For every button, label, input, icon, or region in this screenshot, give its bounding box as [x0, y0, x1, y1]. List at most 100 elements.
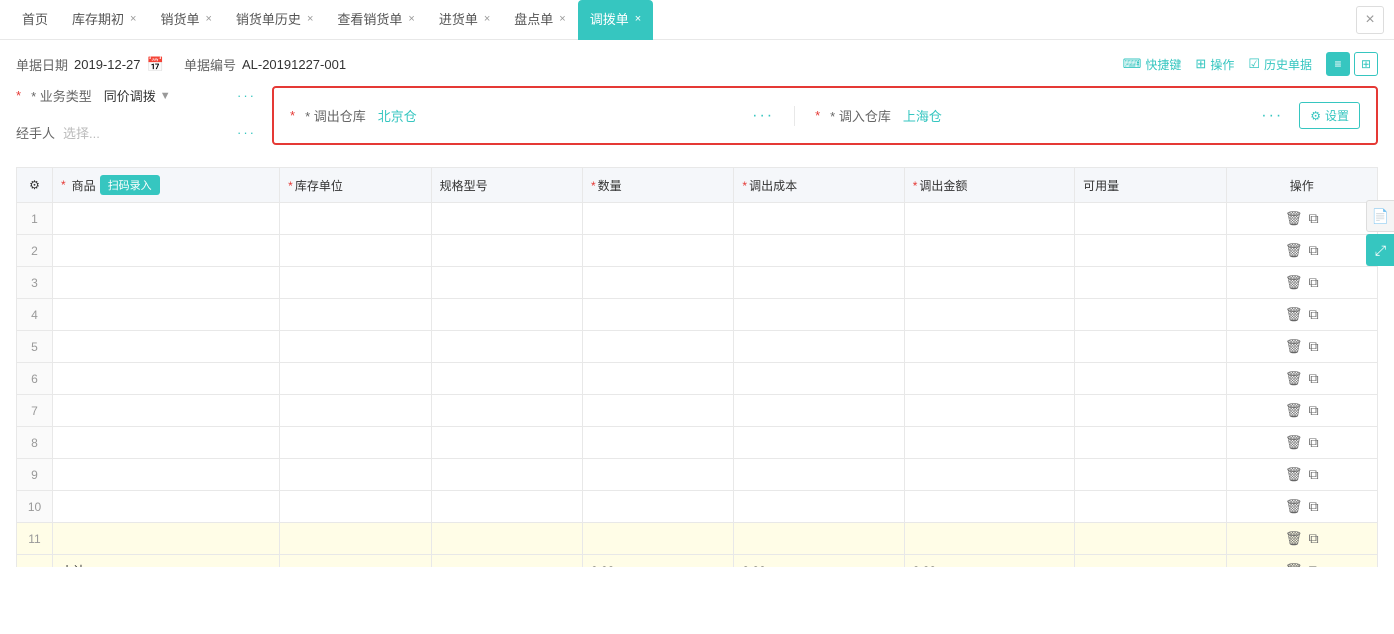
scan-button[interactable]: 扫码录入 — [100, 175, 160, 195]
copy-icon[interactable]: ⧉ — [1309, 210, 1319, 227]
tab-close-sales-history[interactable]: × — [307, 13, 313, 25]
cell-product[interactable] — [53, 267, 280, 299]
copy-icon[interactable]: ⧉ — [1309, 338, 1319, 355]
cell-product[interactable] — [53, 459, 280, 491]
tab-close-transfer-order[interactable]: × — [635, 13, 641, 25]
delete-icon[interactable]: 🗑 — [1285, 274, 1303, 291]
cell-qty[interactable] — [582, 235, 733, 267]
tab-close-purchase-order[interactable]: × — [484, 13, 490, 25]
cell-cost[interactable] — [734, 331, 904, 363]
cell-cost[interactable] — [734, 523, 904, 555]
cell-cost[interactable] — [734, 395, 904, 427]
cell-product[interactable] — [53, 299, 280, 331]
person-dots[interactable]: ··· — [237, 125, 256, 140]
cell-product[interactable] — [53, 331, 280, 363]
cell-cost[interactable] — [734, 363, 904, 395]
cell-amount[interactable] — [904, 363, 1074, 395]
subtotal-delete-icon[interactable]: 🗑 — [1285, 562, 1303, 567]
cell-amount[interactable] — [904, 395, 1074, 427]
tab-close-sales-order[interactable]: × — [205, 13, 211, 25]
copy-icon[interactable]: ⧉ — [1309, 402, 1319, 419]
cell-amount[interactable] — [904, 299, 1074, 331]
delete-icon[interactable]: 🗑 — [1285, 242, 1303, 259]
cell-qty[interactable] — [582, 427, 733, 459]
calendar-icon[interactable]: 📅 — [147, 56, 164, 73]
delete-icon[interactable]: 🗑 — [1285, 210, 1303, 227]
person-placeholder[interactable]: 选择... — [63, 123, 100, 142]
cell-qty[interactable] — [582, 203, 733, 235]
delete-icon[interactable]: 🗑 — [1285, 530, 1303, 547]
delete-icon[interactable]: 🗑 — [1285, 402, 1303, 419]
cell-qty[interactable] — [582, 491, 733, 523]
cell-cost[interactable] — [734, 267, 904, 299]
business-type-dots[interactable]: ··· — [237, 88, 256, 103]
cell-amount[interactable] — [904, 203, 1074, 235]
delete-icon[interactable]: 🗑 — [1285, 370, 1303, 387]
cell-amount[interactable] — [904, 235, 1074, 267]
business-type-select[interactable]: 同价调拨 ▼ — [104, 86, 224, 105]
copy-icon[interactable]: ⧉ — [1309, 274, 1319, 291]
float-doc-icon[interactable]: 📄 — [1366, 200, 1394, 232]
cell-product[interactable] — [53, 235, 280, 267]
cell-product[interactable] — [53, 203, 280, 235]
cell-product[interactable] — [53, 395, 280, 427]
cell-cost[interactable] — [734, 299, 904, 331]
cell-qty[interactable] — [582, 299, 733, 331]
tab-inventory-check[interactable]: 盘点单 × — [502, 0, 577, 40]
warehouse-in-dots[interactable]: ··· — [1261, 107, 1283, 125]
cell-product[interactable] — [53, 363, 280, 395]
cell-cost[interactable] — [734, 235, 904, 267]
cell-amount[interactable] — [904, 427, 1074, 459]
col-gear[interactable]: ⚙ — [17, 168, 53, 203]
tab-close-inventory-check[interactable]: × — [559, 13, 565, 25]
shortcut-key-action[interactable]: ⌨ 快捷键 — [1123, 56, 1182, 73]
cell-cost[interactable] — [734, 459, 904, 491]
delete-icon[interactable]: 🗑 — [1285, 498, 1303, 515]
tab-home[interactable]: 首页 — [10, 0, 60, 40]
tab-purchase-order[interactable]: 进货单 × — [427, 0, 502, 40]
copy-icon[interactable]: ⧉ — [1309, 370, 1319, 387]
subtotal-copy-icon[interactable]: ⧉ — [1309, 562, 1319, 567]
layout-btn-grid[interactable]: ⊞ — [1354, 52, 1378, 76]
copy-icon[interactable]: ⧉ — [1309, 498, 1319, 515]
cell-amount[interactable] — [904, 459, 1074, 491]
cell-qty[interactable] — [582, 331, 733, 363]
copy-icon[interactable]: ⧉ — [1309, 530, 1319, 547]
cell-amount[interactable] — [904, 523, 1074, 555]
layout-btn-list[interactable]: ≡ — [1326, 52, 1350, 76]
cell-amount[interactable] — [904, 491, 1074, 523]
settings-button[interactable]: ⚙ 设置 — [1299, 102, 1360, 129]
cell-qty[interactable] — [582, 523, 733, 555]
delete-icon[interactable]: 🗑 — [1285, 434, 1303, 451]
history-action[interactable]: ☑ 历史单据 — [1248, 56, 1312, 73]
warehouse-out-dots[interactable]: ··· — [752, 107, 774, 125]
cell-amount[interactable] — [904, 267, 1074, 299]
delete-icon[interactable]: 🗑 — [1285, 338, 1303, 355]
cell-product[interactable] — [53, 491, 280, 523]
cell-qty[interactable] — [582, 395, 733, 427]
warehouse-out-value[interactable]: 北京仓 — [378, 106, 417, 125]
cell-qty[interactable] — [582, 459, 733, 491]
delete-icon[interactable]: 🗑 — [1285, 466, 1303, 483]
delete-icon[interactable]: 🗑 — [1285, 306, 1303, 323]
cell-product[interactable] — [53, 427, 280, 459]
tab-view-sales[interactable]: 查看销货单 × — [325, 0, 426, 40]
copy-icon[interactable]: ⧉ — [1309, 466, 1319, 483]
tab-transfer-order[interactable]: 调拨单 × — [578, 0, 653, 40]
float-expand-icon[interactable]: ⤢ — [1366, 234, 1394, 266]
cell-cost[interactable] — [734, 427, 904, 459]
warehouse-in-value[interactable]: 上海仓 — [903, 106, 942, 125]
tab-bar-close-button[interactable]: × — [1356, 6, 1384, 34]
tab-sales-history[interactable]: 销货单历史 × — [224, 0, 325, 40]
cell-cost[interactable] — [734, 203, 904, 235]
tab-sales-order[interactable]: 销货单 × — [148, 0, 223, 40]
cell-qty[interactable] — [582, 363, 733, 395]
cell-cost[interactable] — [734, 491, 904, 523]
cell-qty[interactable] — [582, 267, 733, 299]
copy-icon[interactable]: ⧉ — [1309, 434, 1319, 451]
operate-action[interactable]: ⊞ 操作 — [1195, 56, 1234, 73]
copy-icon[interactable]: ⧉ — [1309, 242, 1319, 259]
cell-amount[interactable] — [904, 331, 1074, 363]
tab-inventory-init[interactable]: 库存期初 × — [60, 0, 148, 40]
cell-product[interactable] — [53, 523, 280, 555]
